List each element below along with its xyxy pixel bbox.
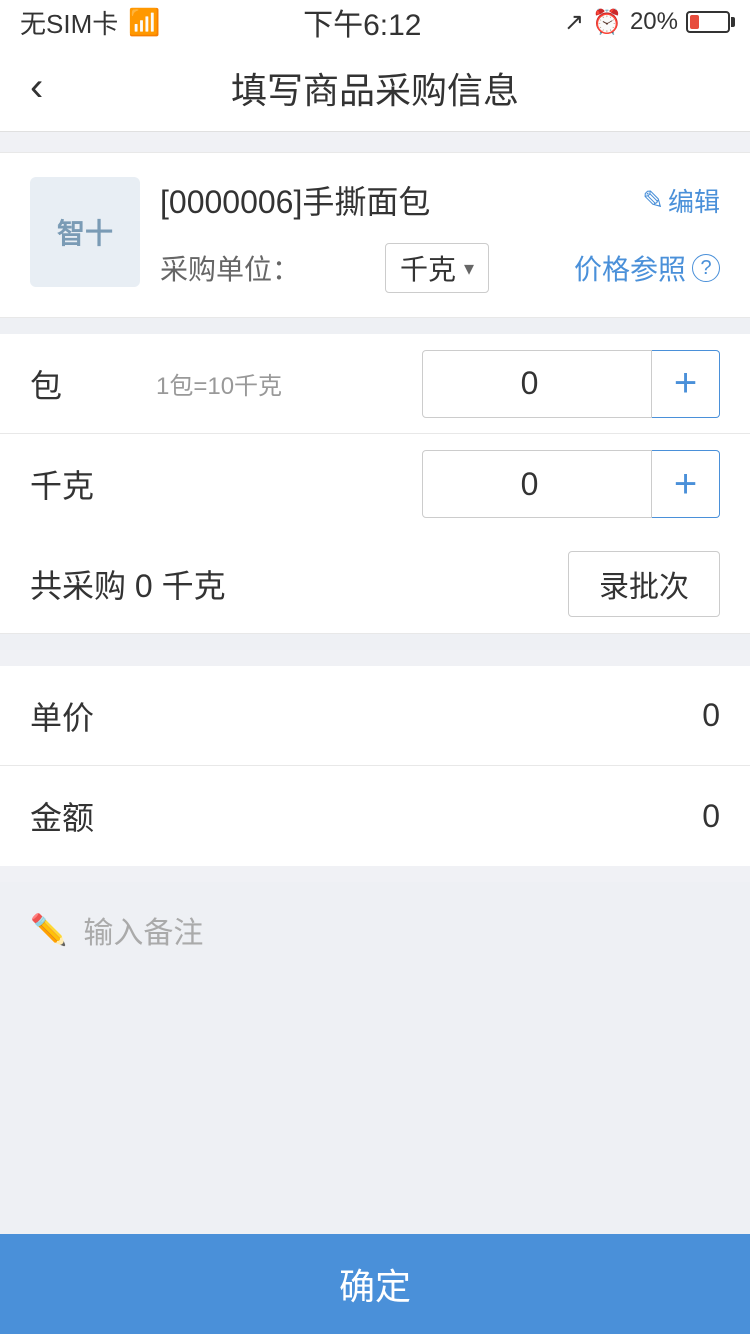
unit-row: 采购单位： 千克 ▾ 价格参照 ? — [160, 243, 720, 293]
product-image: 智十 — [30, 177, 140, 287]
product-logo-text: 智十 — [57, 212, 113, 252]
notes-section[interactable]: ✏️ 输入备注 — [0, 882, 750, 978]
help-icon: ? — [692, 254, 720, 282]
pencil-icon: ✏️ — [30, 913, 67, 948]
product-card: 智十 [0000006]手撕面包 ✎ 编辑 采购单位： 千克 ▾ 价格参照 ? — [0, 152, 750, 318]
kg-plus-button[interactable]: + — [652, 450, 720, 518]
edit-label: 编辑 — [668, 182, 720, 219]
section-divider-2 — [0, 634, 750, 650]
pack-label: 包 — [30, 361, 150, 407]
status-bar: 无SIM卡 📶 下午6:12 ↗ ⏰ 20% — [0, 0, 750, 44]
battery-percent: 20% — [630, 8, 678, 36]
section-divider-1 — [0, 318, 750, 334]
record-batch-button[interactable]: 录批次 — [568, 551, 720, 617]
edit-button[interactable]: ✎ 编辑 — [642, 182, 720, 219]
total-label: 共采购 — [30, 568, 126, 604]
status-left: 无SIM卡 📶 — [20, 4, 161, 41]
empty-space — [0, 978, 750, 1278]
alarm-icon: ⏰ — [592, 8, 622, 37]
amount-label: 金额 — [30, 793, 94, 839]
chevron-down-icon: ▾ — [464, 256, 474, 281]
page-title: 填写商品采购信息 — [231, 62, 519, 114]
edit-icon: ✎ — [642, 185, 664, 216]
nav-bar: ‹ 填写商品采购信息 — [0, 44, 750, 132]
unit-label: 采购单位： — [160, 248, 300, 288]
total-unit: 千克 — [162, 568, 226, 604]
carrier-label: 无SIM卡 — [20, 4, 118, 41]
unit-price-value: 0 — [702, 697, 720, 734]
unit-select[interactable]: 千克 ▾ — [385, 243, 489, 293]
unit-price-label: 单价 — [30, 693, 94, 739]
pack-input[interactable] — [422, 350, 652, 418]
confirm-button[interactable]: 确定 — [0, 1234, 750, 1334]
pack-sub-label: 1包=10千克 — [156, 366, 422, 401]
wifi-icon: 📶 — [128, 7, 160, 38]
product-name-row: [0000006]手撕面包 ✎ 编辑 — [160, 177, 720, 223]
price-ref-button[interactable]: 价格参照 ? — [574, 248, 720, 288]
product-name: [0000006]手撕面包 — [160, 177, 430, 223]
amount-value: 0 — [702, 798, 720, 835]
total-row: 共采购 0 千克 录批次 — [0, 534, 750, 634]
battery-fill — [690, 15, 699, 29]
total-section: 共采购 0 千克 录批次 — [0, 534, 750, 634]
price-ref-label: 价格参照 — [574, 248, 686, 288]
plus-icon: + — [674, 361, 697, 406]
status-time: 下午6:12 — [303, 0, 421, 44]
kg-input[interactable] — [422, 450, 652, 518]
price-info-section: 单价 0 金额 0 — [0, 666, 750, 866]
unit-price-row: 单价 0 — [0, 666, 750, 766]
pack-input-wrap: + — [422, 350, 720, 418]
total-value: 0 — [135, 568, 153, 604]
battery-icon — [686, 11, 730, 33]
kg-label: 千克 — [30, 461, 150, 507]
pack-plus-button[interactable]: + — [652, 350, 720, 418]
unit-value: 千克 — [400, 248, 456, 288]
notes-placeholder: 输入备注 — [83, 908, 203, 952]
amount-row: 金额 0 — [0, 766, 750, 866]
input-section: 包 1包=10千克 + 千克 + — [0, 334, 750, 534]
location-icon: ↗ — [564, 8, 584, 37]
status-right: ↗ ⏰ 20% — [564, 8, 730, 37]
kg-input-row: 千克 + — [0, 434, 750, 534]
total-text: 共采购 0 千克 — [30, 561, 226, 607]
pack-input-row: 包 1包=10千克 + — [0, 334, 750, 434]
kg-input-wrap: + — [422, 450, 720, 518]
kg-plus-icon: + — [674, 462, 697, 507]
product-info: [0000006]手撕面包 ✎ 编辑 采购单位： 千克 ▾ 价格参照 ? — [160, 177, 720, 293]
back-button[interactable]: ‹ — [30, 65, 43, 110]
